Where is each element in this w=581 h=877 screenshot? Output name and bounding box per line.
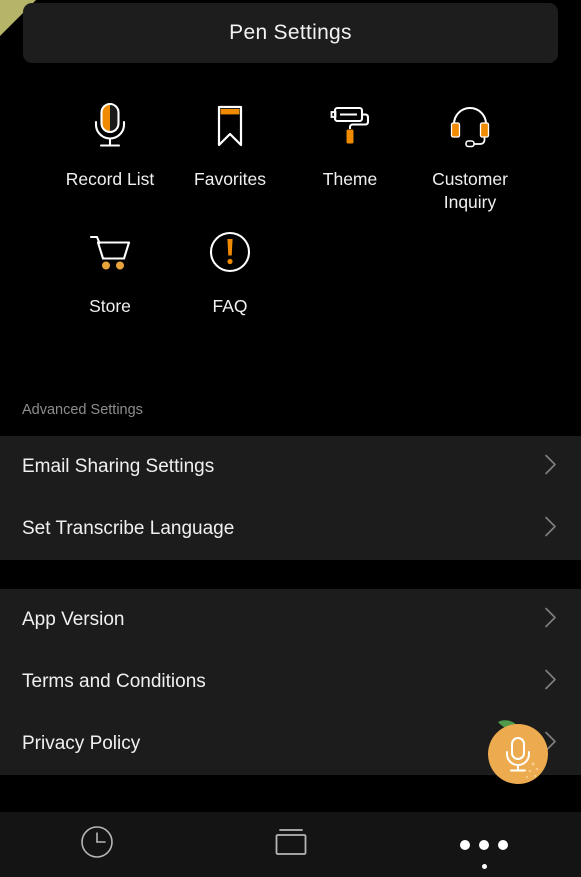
- settings-row-label: Email Sharing Settings: [22, 456, 215, 477]
- feature-grid: Record List Favorites Theme Customer Inq…: [0, 96, 581, 318]
- settings-row-label: Set Transcribe Language: [22, 518, 235, 539]
- header-bar: Pen Settings: [23, 3, 558, 63]
- paint-roller-icon: [326, 96, 374, 154]
- settings-row-email-sharing[interactable]: Email Sharing Settings: [0, 436, 581, 498]
- feature-grid-row-2: Store FAQ: [0, 223, 581, 318]
- settings-row-label: App Version: [22, 609, 125, 630]
- nav-item-more[interactable]: [387, 812, 581, 877]
- advanced-settings-label: Advanced Settings: [22, 402, 143, 418]
- pen-settings-screen: Pen Settings Record List Favorites Theme…: [0, 0, 581, 877]
- grid-item-theme[interactable]: Theme: [290, 96, 410, 191]
- settings-group-advanced: Email Sharing Settings Set Transcribe La…: [0, 436, 581, 560]
- card-icon: [271, 825, 311, 864]
- feature-grid-row-1: Record List Favorites Theme Customer Inq…: [0, 96, 581, 215]
- clock-icon: [79, 824, 115, 865]
- chevron-right-icon: [544, 607, 557, 634]
- settings-row-label: Privacy Policy: [22, 733, 141, 754]
- grid-item-favorites[interactable]: Favorites: [170, 96, 290, 191]
- grid-item-faq[interactable]: FAQ: [170, 223, 290, 318]
- page-title: Pen Settings: [229, 21, 352, 44]
- chevron-right-icon: [544, 454, 557, 481]
- grid-item-label: Record List: [65, 169, 155, 189]
- chevron-right-icon: [544, 516, 557, 543]
- grid-item-label: Favorites: [194, 169, 266, 189]
- more-dots-icon: [460, 839, 509, 850]
- grid-item-label: Theme: [322, 169, 378, 189]
- nav-item-history[interactable]: [0, 812, 194, 877]
- exclamation-circle-icon: [206, 223, 254, 281]
- bottom-navigation-bar: [0, 812, 581, 877]
- grid-item-store[interactable]: Store: [50, 223, 170, 318]
- chevron-right-icon: [544, 669, 557, 696]
- grid-item-label: Store: [89, 295, 131, 316]
- grid-item-customer-inquiry[interactable]: Customer Inquiry: [410, 96, 530, 215]
- record-fab-button[interactable]: [481, 714, 555, 788]
- grid-item-record-list[interactable]: Record List: [50, 96, 170, 191]
- microphone-icon: [88, 96, 132, 154]
- nav-active-indicator: [481, 864, 487, 869]
- settings-row-transcribe-language[interactable]: Set Transcribe Language: [0, 498, 581, 560]
- headset-icon: [446, 96, 494, 154]
- settings-row-terms-and-conditions[interactable]: Terms and Conditions: [0, 651, 581, 713]
- bookmark-icon: [210, 96, 250, 154]
- settings-row-app-version[interactable]: App Version: [0, 589, 581, 651]
- shopping-cart-icon: [86, 223, 134, 281]
- nav-item-notes[interactable]: [194, 812, 388, 877]
- grid-item-label: Customer Inquiry: [432, 169, 508, 213]
- grid-item-label: FAQ: [212, 295, 248, 316]
- settings-row-label: Terms and Conditions: [22, 671, 206, 692]
